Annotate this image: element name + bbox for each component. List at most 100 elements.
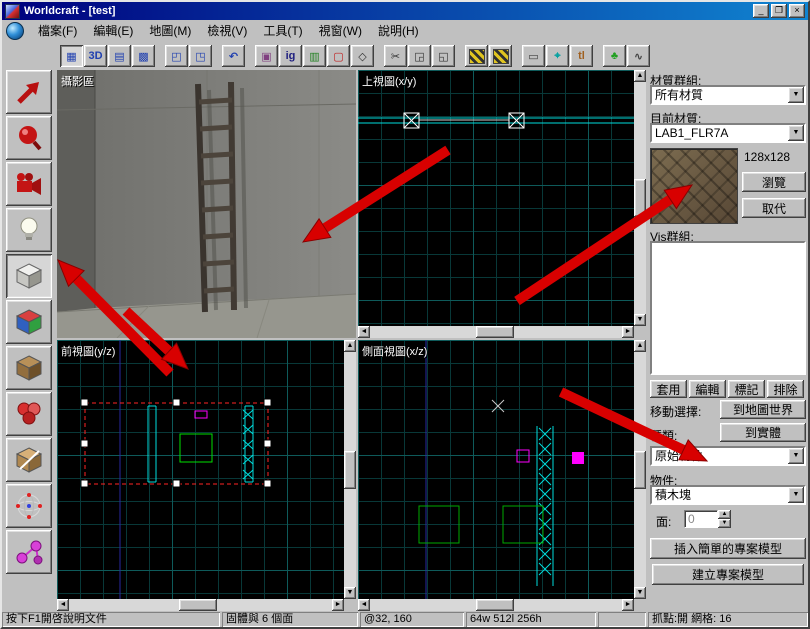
chevron-down-icon[interactable]: ▼ [788,87,804,103]
scroll-up-button[interactable]: ▲ [344,340,356,352]
scroll-up-button[interactable]: ▲ [634,340,646,352]
spin-down-icon[interactable]: ▼ [718,519,731,528]
current-texture-combo[interactable]: LAB1_FLR7A ▼ [650,123,806,143]
close-button[interactable]: × [789,4,805,18]
toggle-grid-button[interactable]: ▦ [60,45,83,67]
visgroup-apply-button[interactable]: 套用 [650,380,687,398]
scroll-left-button[interactable]: ◄ [358,326,370,338]
browse-button[interactable]: 瀏覽 [742,172,806,192]
paste-button[interactable]: ◱ [432,45,455,67]
top-viewport-vscroll[interactable]: ▲ ▼ [634,70,646,326]
front-viewport-canvas[interactable]: 前視圖(y/z) [57,340,344,599]
scroll-thumb[interactable] [475,326,514,338]
path-tool-button[interactable] [6,530,52,574]
camera-tool-button[interactable] [6,162,52,206]
scroll-track[interactable] [370,599,622,611]
carve-button[interactable]: ▣ [255,45,278,67]
front-viewport-vscroll[interactable]: ▲ ▼ [344,340,356,599]
scroll-right-button[interactable]: ► [622,326,634,338]
copy-button[interactable]: ◲ [408,45,431,67]
scroll-left-button[interactable]: ◄ [57,599,69,611]
scroll-right-button[interactable]: ► [332,599,344,611]
insert-prefab-button[interactable]: 插入簡單的專案模型 [650,538,806,559]
texture-apply-tool-button[interactable] [6,300,52,344]
visgroup-mark-button[interactable]: 標記 [728,380,765,398]
replace-button[interactable]: 取代 [742,198,806,218]
side-viewport-vscroll[interactable]: ▲ ▼ [634,340,646,599]
top-viewport[interactable]: 上視圖(x/y) ◄ ► ▲ ▼ [358,70,646,338]
menu-item-view[interactable]: 檢視(V) [199,20,255,42]
group-button[interactable]: ▥ [303,45,326,67]
menu-item-file[interactable]: 檔案(F) [30,20,85,42]
app-icon[interactable] [5,3,20,19]
texture-preview[interactable] [650,148,738,224]
side-viewport[interactable]: 側面視圖(x/z) ◄ ► ▲ ▼ [358,340,646,611]
chevron-down-icon[interactable]: ▼ [788,448,804,464]
faces-stepper[interactable]: ▲ ▼ [718,510,731,528]
apply-texture-tool-button[interactable] [6,346,52,390]
menu-item-edit[interactable]: 編輯(E) [85,20,141,42]
scroll-thumb[interactable] [179,599,218,611]
check-problems-button[interactable]: ♣ [603,45,626,67]
ignore-groups-button[interactable]: ig [279,45,302,67]
visgroup-edit-button[interactable]: 編輯 [689,380,726,398]
spin-up-icon[interactable]: ▲ [718,510,731,519]
objects-combo[interactable]: 積木塊 ▼ [650,485,806,505]
clip-tool-button[interactable] [6,438,52,482]
edit-cordon-bounds-button[interactable] [465,45,488,67]
block-tool-button[interactable] [6,254,52,298]
chevron-down-icon[interactable]: ▼ [788,125,804,141]
select-touching-button[interactable]: ▢ [327,45,350,67]
scroll-left-button[interactable]: ◄ [358,599,370,611]
magnify-tool-button[interactable] [6,116,52,160]
chevron-down-icon[interactable]: ▼ [788,487,804,503]
cut-button[interactable]: ✂ [384,45,407,67]
larger-grid-button[interactable]: ▩ [132,45,155,67]
menu-item-help[interactable]: 說明(H) [370,20,427,42]
entity-tool-button[interactable] [6,208,52,252]
top-viewport-canvas[interactable]: 上視圖(x/y) [358,70,634,326]
decal-tool-button[interactable] [6,392,52,436]
scroll-track[interactable] [634,352,646,587]
side-viewport-canvas[interactable]: 側面視圖(x/z) [358,340,634,599]
texture-group-combo[interactable]: 所有材質 ▼ [650,85,806,105]
scroll-track[interactable] [344,352,356,587]
scroll-thumb[interactable] [475,599,514,611]
texture-lock-button[interactable]: tl [570,45,593,67]
scroll-track[interactable] [370,326,622,338]
faces-field[interactable]: 0 [684,510,718,528]
selection-tool-button[interactable] [6,70,52,114]
scroll-down-button[interactable]: ▼ [634,587,646,599]
visgroup-purge-button[interactable]: 排除 [767,380,804,398]
smaller-grid-button[interactable]: ▤ [108,45,131,67]
vertex-tool-button[interactable] [6,484,52,528]
minimize-button[interactable]: _ [753,4,769,18]
spline-button[interactable]: ∿ [627,45,650,67]
menu-item-map[interactable]: 地圖(M) [141,20,199,42]
scroll-thumb[interactable] [634,179,646,218]
center-on-selection-button[interactable]: ⌖ [546,45,569,67]
visgroup-listbox[interactable] [650,241,806,375]
side-viewport-hscroll[interactable]: ◄ ► [358,599,634,611]
menu-item-window[interactable]: 視窗(W) [311,20,370,42]
select-mode-button[interactable]: ▭ [522,45,545,67]
scroll-thumb[interactable] [344,450,356,489]
scroll-down-button[interactable]: ▼ [634,314,646,326]
scroll-down-button[interactable]: ▼ [344,587,356,599]
camera-viewport[interactable]: 攝影區 [57,70,356,338]
select-solids-button[interactable]: ◇ [351,45,374,67]
menu-item-tools[interactable]: 工具(T) [255,20,310,42]
toggle-cordon-button[interactable] [489,45,512,67]
create-prefab-button[interactable]: 建立專案模型 [652,564,804,585]
to-world-button[interactable]: 到地圖世界 [720,400,806,419]
scroll-right-button[interactable]: ► [622,599,634,611]
scroll-up-button[interactable]: ▲ [634,70,646,82]
scroll-track[interactable] [634,82,646,314]
save-window-state-button[interactable]: ◳ [189,45,212,67]
top-viewport-hscroll[interactable]: ◄ ► [358,326,634,338]
scroll-thumb[interactable] [634,450,646,489]
front-viewport-hscroll[interactable]: ◄ ► [57,599,344,611]
restore-button[interactable]: ❐ [771,4,787,18]
category-combo[interactable]: 原始物件 ▼ [650,446,806,466]
undo-button[interactable]: ↶ [222,45,245,67]
